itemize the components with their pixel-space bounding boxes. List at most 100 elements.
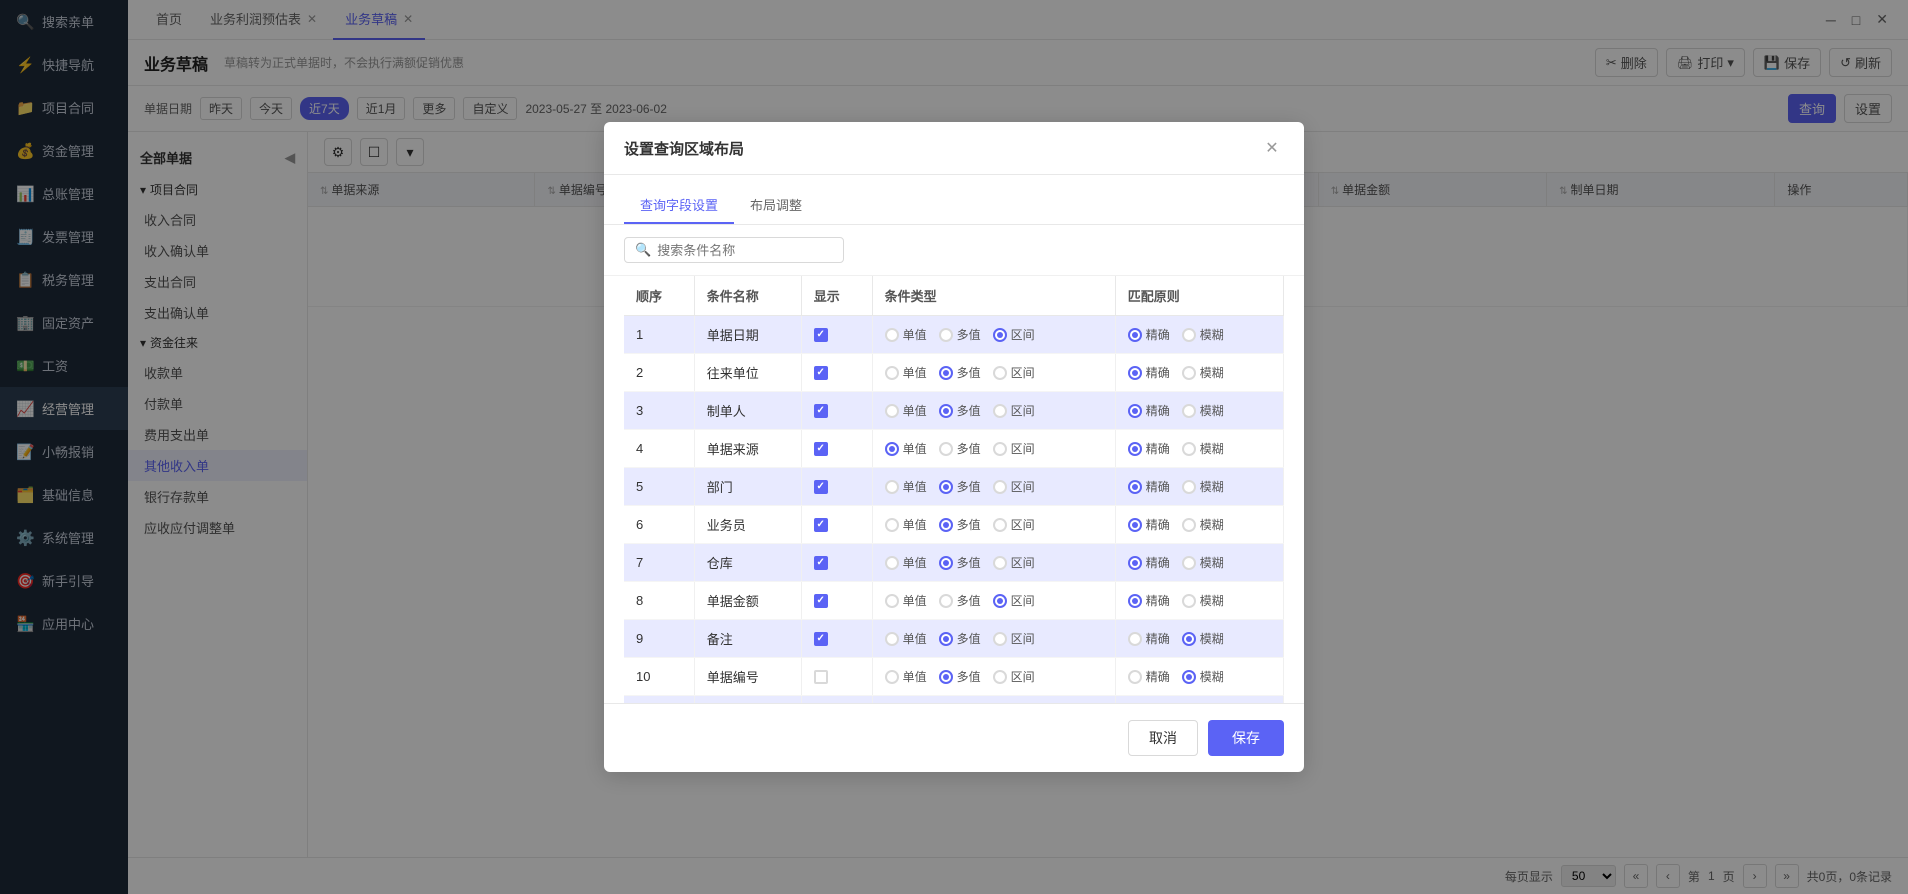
type-radio-type_single[interactable]: 单值 <box>885 668 927 685</box>
match-radio-match_fuzzy[interactable]: 模糊 <box>1182 630 1224 647</box>
modal-close-button[interactable]: ✕ <box>1260 136 1284 160</box>
type-radio-type_multi[interactable]: 多值 <box>939 668 981 685</box>
modal-cell-show[interactable] <box>801 316 872 354</box>
match-radio-match_exact[interactable]: 精确 <box>1128 440 1170 457</box>
type-radio-type_range[interactable]: 区间 <box>993 478 1035 495</box>
show-checkbox[interactable] <box>814 328 828 342</box>
modal-cell-match: 精确模糊 <box>1115 696 1283 704</box>
type-radio-type_multi[interactable]: 多值 <box>939 478 981 495</box>
modal-tab-query[interactable]: 查询字段设置 <box>624 187 734 224</box>
modal-tab-layout[interactable]: 布局调整 <box>734 187 818 224</box>
modal-cancel-button[interactable]: 取消 <box>1128 720 1198 756</box>
modal-cell-type: 单值多值区间 <box>872 316 1115 354</box>
match-radio-match_exact[interactable]: 精确 <box>1128 402 1170 419</box>
modal-cell-show[interactable] <box>801 354 872 392</box>
type-radio-type_multi[interactable]: 多值 <box>939 592 981 609</box>
type-radio-type_range[interactable]: 区间 <box>993 668 1035 685</box>
show-checkbox[interactable] <box>814 670 828 684</box>
match-radio-match_exact[interactable]: 精确 <box>1128 478 1170 495</box>
type-radio-type_single[interactable]: 单值 <box>885 592 927 609</box>
type-radio-type_single[interactable]: 单值 <box>885 630 927 647</box>
modal-cell-name: 往来单位 <box>694 354 801 392</box>
modal-cell-show[interactable] <box>801 620 872 658</box>
match-radio-match_exact[interactable]: 精确 <box>1128 364 1170 381</box>
show-checkbox[interactable] <box>814 366 828 380</box>
modal-cell-show[interactable] <box>801 658 872 696</box>
modal-cell-seq: 4 <box>624 430 694 468</box>
show-checkbox[interactable] <box>814 442 828 456</box>
modal-search-input[interactable] <box>657 243 833 258</box>
show-checkbox[interactable] <box>814 480 828 494</box>
modal-table-row: 6业务员单值多值区间精确模糊 <box>624 506 1284 544</box>
modal-overlay: 设置查询区域布局 ✕ 查询字段设置 布局调整 🔍 顺序 <box>0 0 1908 894</box>
modal-cell-type: 单值多值区间 <box>872 620 1115 658</box>
modal-cell-type: 单值多值区间 <box>872 658 1115 696</box>
type-radio-type_single[interactable]: 单值 <box>885 326 927 343</box>
modal-cell-seq: 11 <box>624 696 694 704</box>
type-radio-type_range[interactable]: 区间 <box>993 630 1035 647</box>
show-checkbox[interactable] <box>814 556 828 570</box>
match-radio-match_exact[interactable]: 精确 <box>1128 516 1170 533</box>
modal-cell-name: 业务员 <box>694 506 801 544</box>
modal-cell-name: 单据金额 <box>694 582 801 620</box>
type-radio-type_multi[interactable]: 多值 <box>939 364 981 381</box>
match-radio-match_fuzzy[interactable]: 模糊 <box>1182 478 1224 495</box>
modal-cell-match: 精确模糊 <box>1115 430 1283 468</box>
modal-cell-show[interactable] <box>801 430 872 468</box>
show-checkbox[interactable] <box>814 404 828 418</box>
type-radio-type_multi[interactable]: 多值 <box>939 440 981 457</box>
match-radio-match_fuzzy[interactable]: 模糊 <box>1182 516 1224 533</box>
match-radio-match_fuzzy[interactable]: 模糊 <box>1182 440 1224 457</box>
modal-cell-show[interactable] <box>801 582 872 620</box>
type-radio-type_single[interactable]: 单值 <box>885 554 927 571</box>
match-radio-match_fuzzy[interactable]: 模糊 <box>1182 554 1224 571</box>
type-radio-type_range[interactable]: 区间 <box>993 554 1035 571</box>
show-checkbox[interactable] <box>814 594 828 608</box>
type-radio-type_single[interactable]: 单值 <box>885 478 927 495</box>
type-radio-type_range[interactable]: 区间 <box>993 364 1035 381</box>
match-radio-match_exact[interactable]: 精确 <box>1128 630 1170 647</box>
modal-col-seq: 顺序 <box>624 276 694 316</box>
type-radio-type_multi[interactable]: 多值 <box>939 516 981 533</box>
match-radio-match_fuzzy[interactable]: 模糊 <box>1182 668 1224 685</box>
match-radio-match_exact[interactable]: 精确 <box>1128 554 1170 571</box>
type-radio-type_multi[interactable]: 多值 <box>939 402 981 419</box>
type-radio-type_single[interactable]: 单值 <box>885 402 927 419</box>
show-checkbox[interactable] <box>814 632 828 646</box>
match-radio-match_fuzzy[interactable]: 模糊 <box>1182 592 1224 609</box>
modal-cell-seq: 9 <box>624 620 694 658</box>
type-radio-type_multi[interactable]: 多值 <box>939 326 981 343</box>
type-radio-type_single[interactable]: 单值 <box>885 440 927 457</box>
type-radio-type_single[interactable]: 单值 <box>885 364 927 381</box>
type-radio-type_range[interactable]: 区间 <box>993 440 1035 457</box>
modal-footer: 取消 保存 <box>604 703 1304 772</box>
modal-table-row: 11制单日期单值多值区间精确模糊 <box>624 696 1284 704</box>
modal-cell-type: 单值多值区间 <box>872 506 1115 544</box>
modal-table-row: 10单据编号单值多值区间精确模糊 <box>624 658 1284 696</box>
type-radio-type_range[interactable]: 区间 <box>993 402 1035 419</box>
modal-cell-seq: 5 <box>624 468 694 506</box>
type-radio-type_single[interactable]: 单值 <box>885 516 927 533</box>
modal-col-type: 条件类型 <box>872 276 1115 316</box>
modal-cell-show[interactable] <box>801 506 872 544</box>
match-radio-match_fuzzy[interactable]: 模糊 <box>1182 402 1224 419</box>
modal-save-button[interactable]: 保存 <box>1208 720 1284 756</box>
modal-cell-show[interactable] <box>801 696 872 704</box>
match-radio-match_exact[interactable]: 精确 <box>1128 326 1170 343</box>
match-radio-match_fuzzy[interactable]: 模糊 <box>1182 326 1224 343</box>
type-radio-type_multi[interactable]: 多值 <box>939 630 981 647</box>
match-radio-match_exact[interactable]: 精确 <box>1128 668 1170 685</box>
type-radio-type_range[interactable]: 区间 <box>993 592 1035 609</box>
modal-header: 设置查询区域布局 ✕ <box>604 122 1304 175</box>
type-radio-type_range[interactable]: 区间 <box>993 516 1035 533</box>
modal-cell-match: 精确模糊 <box>1115 392 1283 430</box>
match-radio-match_fuzzy[interactable]: 模糊 <box>1182 364 1224 381</box>
modal-col-name: 条件名称 <box>694 276 801 316</box>
type-radio-type_multi[interactable]: 多值 <box>939 554 981 571</box>
show-checkbox[interactable] <box>814 518 828 532</box>
modal-cell-show[interactable] <box>801 392 872 430</box>
match-radio-match_exact[interactable]: 精确 <box>1128 592 1170 609</box>
modal-cell-show[interactable] <box>801 544 872 582</box>
modal-cell-show[interactable] <box>801 468 872 506</box>
type-radio-type_range[interactable]: 区间 <box>993 326 1035 343</box>
